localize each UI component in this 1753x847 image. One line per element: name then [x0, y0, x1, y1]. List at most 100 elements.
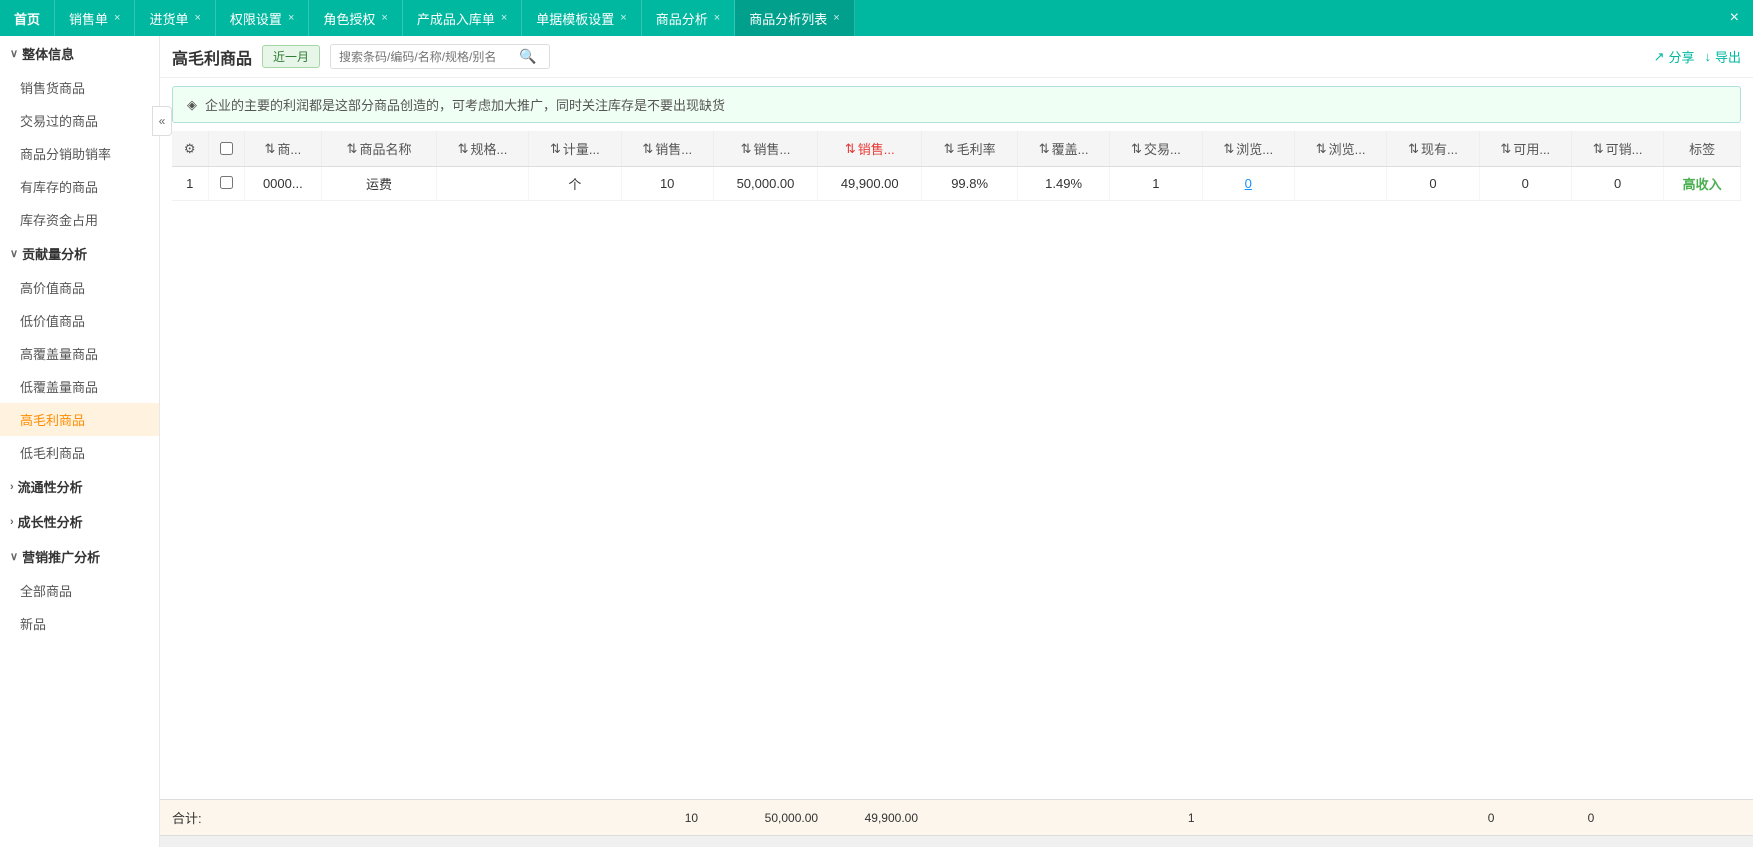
- main-area: ∨ 整体信息 销售货商品 交易过的商品 商品分销助销率 有库存的商品 库存资金占…: [0, 36, 1753, 847]
- cell-sales-amount: 50,000.00: [713, 167, 817, 201]
- close-icon[interactable]: ×: [194, 12, 200, 24]
- export-button[interactable]: ↓ 导出: [1704, 47, 1741, 66]
- sidebar-section-circulation[interactable]: › 流通性分析: [0, 469, 159, 504]
- horizontal-scrollbar[interactable]: [160, 835, 1753, 847]
- table-footer: 合计: 10 50,000.00 49,900.00 1 0 0: [160, 799, 1753, 835]
- expand-icon: ∨: [10, 550, 18, 563]
- header-actions: ↗ 分享 ↓ 导出: [1654, 47, 1741, 66]
- close-icon[interactable]: ×: [833, 12, 839, 24]
- col-code[interactable]: ⇅商...: [244, 131, 322, 167]
- sidebar-item-all-goods[interactable]: 全部商品: [0, 574, 159, 607]
- tab-product-analysis-list[interactable]: 商品分析列表 ×: [735, 0, 854, 36]
- col-sales-qty[interactable]: ⇅销售...: [621, 131, 713, 167]
- search-input[interactable]: [339, 50, 519, 64]
- sidebar-section-growth[interactable]: › 成长性分析: [0, 504, 159, 539]
- share-button[interactable]: ↗ 分享: [1654, 47, 1695, 66]
- sidebar-item-distribution-rate[interactable]: 商品分销助销率: [0, 137, 159, 170]
- cell-code: 0000...: [244, 167, 322, 201]
- tab-label: 销售单: [69, 9, 108, 28]
- tab-label: 权限设置: [230, 9, 282, 28]
- tab-product-analysis[interactable]: 商品分析 ×: [642, 0, 735, 36]
- expand-icon: ›: [10, 516, 14, 528]
- tab-product-inbound[interactable]: 产成品入库单 ×: [403, 0, 522, 36]
- cell-available: 0: [1479, 167, 1571, 201]
- footer-sales-amount: 50,000.00: [741, 811, 841, 825]
- col-checkbox[interactable]: [208, 131, 244, 167]
- col-current-stock[interactable]: ⇅现有...: [1387, 131, 1479, 167]
- cell-spec: [436, 167, 528, 201]
- section-label: 成长性分析: [18, 512, 83, 531]
- row-checkbox[interactable]: [220, 176, 233, 189]
- data-table: ⚙ ⇅商... ⇅商品名称 ⇅规格...: [172, 131, 1741, 201]
- col-sellable[interactable]: ⇅可销...: [1571, 131, 1663, 167]
- sidebar-item-new-goods[interactable]: 新品: [0, 607, 159, 640]
- info-text: 企业的主要的利润都是这部分商品创造的，可考虑加大推广，同时关注库存是不要出现缺货: [205, 95, 725, 114]
- table-container[interactable]: ⚙ ⇅商... ⇅商品名称 ⇅规格...: [160, 131, 1753, 799]
- sidebar-section-marketing[interactable]: ∨ 营销推广分析: [0, 539, 159, 574]
- tab-sales-order[interactable]: 销售单 ×: [55, 0, 135, 36]
- share-icon: ↗: [1654, 49, 1665, 65]
- search-icon[interactable]: 🔍: [519, 48, 536, 65]
- cell-index: 1: [172, 167, 208, 201]
- select-all-checkbox[interactable]: [220, 142, 233, 155]
- footer-transaction: 1: [1141, 811, 1241, 825]
- table-row: 1 0000... 运费 个 10 50,000.00 49,900.00 99…: [172, 167, 1741, 201]
- close-icon[interactable]: ×: [501, 12, 507, 24]
- close-icon[interactable]: ×: [288, 12, 294, 24]
- sidebar-section-overview[interactable]: ∨ 整体信息: [0, 36, 159, 71]
- expand-icon: ∨: [10, 47, 18, 60]
- tab-home[interactable]: 首页: [0, 0, 55, 36]
- window-close-button[interactable]: ×: [1716, 9, 1753, 27]
- sidebar-item-low-coverage[interactable]: 低覆盖量商品: [0, 370, 159, 403]
- col-sales-amount[interactable]: ⇅销售...: [713, 131, 817, 167]
- cell-checkbox[interactable]: [208, 167, 244, 201]
- close-icon[interactable]: ×: [114, 12, 120, 24]
- export-icon: ↓: [1704, 49, 1711, 64]
- sidebar-item-sales-goods[interactable]: 销售货商品: [0, 71, 159, 104]
- filter-month-button[interactable]: 近一月: [262, 45, 320, 68]
- col-available[interactable]: ⇅可用...: [1479, 131, 1571, 167]
- col-coverage[interactable]: ⇅覆盖...: [1017, 131, 1109, 167]
- sidebar-item-high-margin[interactable]: 高毛利商品: [0, 403, 159, 436]
- expand-icon: ›: [10, 481, 14, 493]
- col-view2[interactable]: ⇅浏览...: [1294, 131, 1386, 167]
- col-sales-profit[interactable]: ⇅销售...: [818, 131, 922, 167]
- cell-sales-profit: 49,900.00: [818, 167, 922, 201]
- col-view1[interactable]: ⇅浏览...: [1202, 131, 1294, 167]
- close-icon[interactable]: ×: [620, 12, 626, 24]
- sidebar-item-traded-goods[interactable]: 交易过的商品: [0, 104, 159, 137]
- close-icon[interactable]: ×: [714, 12, 720, 24]
- col-tag[interactable]: 标签: [1664, 131, 1741, 167]
- section-label: 整体信息: [22, 44, 74, 63]
- tab-role-auth[interactable]: 角色授权 ×: [309, 0, 402, 36]
- section-label: 营销推广分析: [22, 547, 100, 566]
- info-icon: ◈: [187, 97, 197, 113]
- tab-purchase-order[interactable]: 进货单 ×: [135, 0, 215, 36]
- tab-permission-settings[interactable]: 权限设置 ×: [216, 0, 309, 36]
- tab-label: 商品分析列表: [749, 9, 827, 28]
- close-icon[interactable]: ×: [381, 12, 387, 24]
- sidebar-item-in-stock[interactable]: 有库存的商品: [0, 170, 159, 203]
- col-gross-margin[interactable]: ⇅毛利率: [922, 131, 1018, 167]
- col-settings[interactable]: ⚙: [172, 131, 208, 167]
- cell-sellable: 0: [1571, 167, 1663, 201]
- sidebar-collapse-button[interactable]: «: [152, 106, 172, 136]
- cell-view1[interactable]: 0: [1202, 167, 1294, 201]
- col-name[interactable]: ⇅商品名称: [322, 131, 437, 167]
- col-unit[interactable]: ⇅计量...: [529, 131, 621, 167]
- export-label: 导出: [1715, 47, 1741, 66]
- sidebar-item-high-value[interactable]: 高价值商品: [0, 271, 159, 304]
- footer-current-stock: 0: [1441, 811, 1541, 825]
- sidebar-section-contribution[interactable]: ∨ 贡献量分析: [0, 236, 159, 271]
- col-transaction[interactable]: ⇅交易...: [1110, 131, 1202, 167]
- sidebar-item-stock-capital[interactable]: 库存资金占用: [0, 203, 159, 236]
- section-label: 流通性分析: [18, 477, 83, 496]
- col-spec[interactable]: ⇅规格...: [436, 131, 528, 167]
- sidebar-item-low-value[interactable]: 低价值商品: [0, 304, 159, 337]
- sidebar-item-high-coverage[interactable]: 高覆盖量商品: [0, 337, 159, 370]
- tab-template-settings[interactable]: 单据模板设置 ×: [522, 0, 641, 36]
- cell-name: 运费: [322, 167, 437, 201]
- search-box: 🔍: [330, 44, 550, 69]
- sidebar-item-low-margin[interactable]: 低毛利商品: [0, 436, 159, 469]
- expand-icon: ∨: [10, 247, 18, 260]
